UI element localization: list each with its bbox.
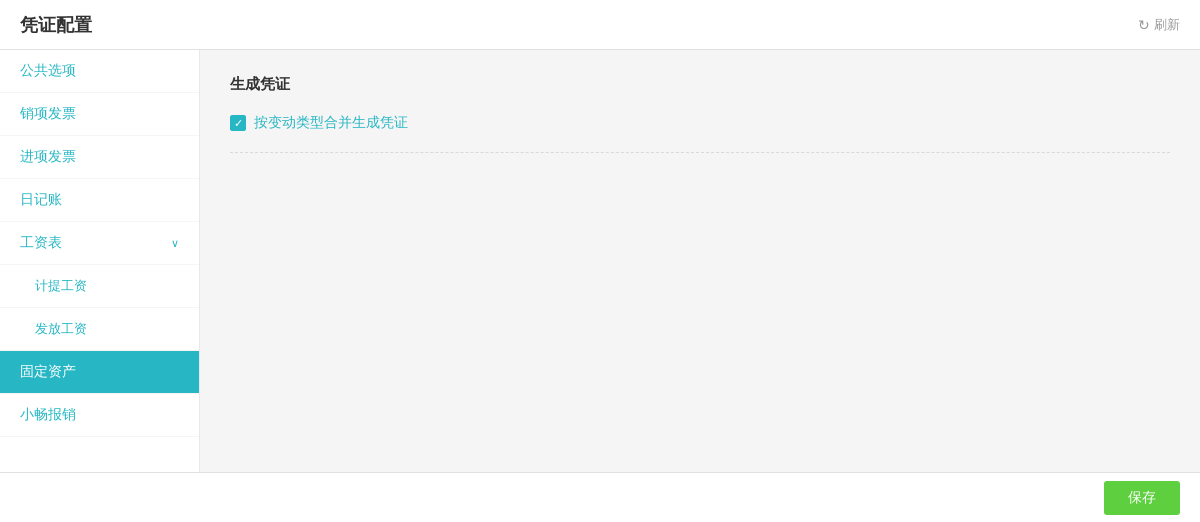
sidebar-item-journal[interactable]: 日记账 [0, 179, 199, 222]
sidebar-item-payroll-table[interactable]: 工资表 ∨ [0, 222, 199, 265]
sidebar-label-payroll-table: 工资表 [20, 234, 62, 252]
sidebar-label-petty-expense: 小畅报销 [20, 406, 76, 424]
sidebar-label-fixed-assets: 固定资产 [20, 363, 76, 381]
sidebar-label-journal: 日记账 [20, 191, 62, 209]
sidebar-item-purchase-invoice[interactable]: 进项发票 [0, 136, 199, 179]
sidebar-item-calc-salary[interactable]: 计提工资 [0, 265, 199, 308]
sidebar-item-pay-salary[interactable]: 发放工资 [0, 308, 199, 351]
sidebar-label-public-options: 公共选项 [20, 62, 76, 80]
section-title: 生成凭证 [230, 75, 1170, 94]
sidebar-label-purchase-invoice: 进项发票 [20, 148, 76, 166]
sidebar-label-pay-salary: 发放工资 [35, 320, 87, 338]
merge-checkbox-wrapper[interactable]: 按变动类型合并生成凭证 [230, 114, 408, 132]
main-content: 公共选项销项发票进项发票日记账工资表 ∨ 计提工资发放工资固定资产小畅报销 生成凭证… [0, 50, 1200, 472]
refresh-button[interactable]: ↻ 保存 刷新 [1138, 16, 1180, 34]
divider [230, 152, 1170, 153]
content-area: 生成凭证 按变动类型合并生成凭证 [200, 50, 1200, 472]
sidebar-item-public-options[interactable]: 公共选项 [0, 50, 199, 93]
sidebar-item-fixed-assets[interactable]: 固定资产 [0, 351, 199, 394]
refresh-text: 刷新 [1154, 16, 1180, 34]
page-footer: 保存 [0, 472, 1200, 522]
save-button[interactable]: 保存 [1104, 481, 1180, 515]
merge-checkbox-label: 按变动类型合并生成凭证 [254, 114, 408, 132]
checkbox-row: 按变动类型合并生成凭证 [230, 114, 1170, 132]
sidebar: 公共选项销项发票进项发票日记账工资表 ∨ 计提工资发放工资固定资产小畅报销 [0, 50, 200, 472]
sidebar-label-calc-salary: 计提工资 [35, 277, 87, 295]
sidebar-item-sales-invoice[interactable]: 销项发票 [0, 93, 199, 136]
chevron-down-icon: ∨ [171, 237, 179, 250]
sidebar-label-sales-invoice: 销项发票 [20, 105, 76, 123]
refresh-icon: ↻ [1138, 17, 1150, 33]
page-title: 凭证配置 [20, 13, 92, 37]
page-header: 凭证配置 ↻ 保存 刷新 [0, 0, 1200, 50]
sidebar-item-petty-expense[interactable]: 小畅报销 [0, 394, 199, 437]
merge-checkbox[interactable] [230, 115, 246, 131]
